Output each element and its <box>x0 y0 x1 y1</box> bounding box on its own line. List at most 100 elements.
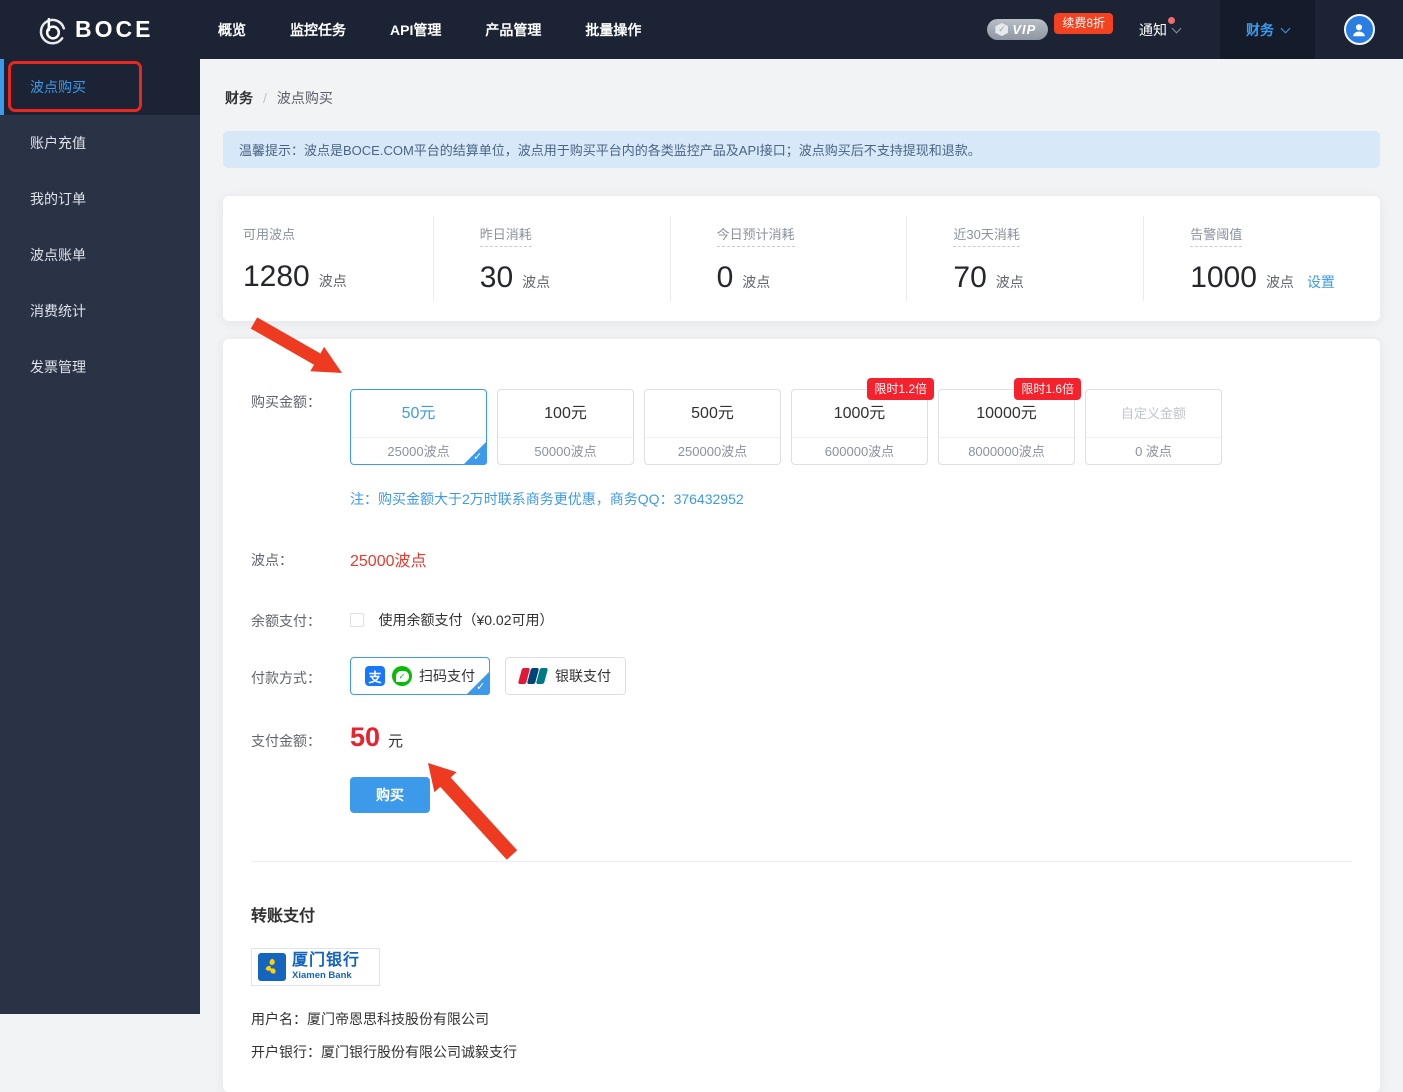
custom-amount-placeholder: 自定义金额 <box>1120 406 1186 421</box>
points-value: 25000波点 <box>350 553 427 570</box>
top-navbar: BOCE 概览 监控任务 API管理 产品管理 批量操作 ✓ VIP 续费8折 … <box>0 0 1403 59</box>
stats-card: 可用波点 1280 波点 昨日消耗 30 波点 今日预计消耗 0 波点 近30天… <box>223 196 1380 321</box>
notifications-menu[interactable]: 通知 <box>1139 16 1182 40</box>
pay-amount-label: 支付金额： <box>251 733 321 749</box>
threshold-settings-link[interactable]: 设置 <box>1307 272 1335 292</box>
sidebar-item-label: 消费统计 <box>30 303 86 319</box>
info-banner: 温馨提示：波点是BOCE.COM平台的结算单位，波点用于购买平台内的各类监控产品… <box>223 131 1380 168</box>
boce-logo-icon <box>39 17 66 45</box>
main-nav: 概览 监控任务 API管理 产品管理 批量操作 <box>218 20 641 40</box>
amount-option-10000[interactable]: 限时1.6倍 10000元 8000000波点 <box>938 378 1081 465</box>
stat-value: 30 <box>479 261 514 294</box>
balance-label: 余额支付： <box>251 613 321 629</box>
option-points: 8000000波点 <box>939 437 1074 465</box>
stat-value: 0 <box>716 261 734 294</box>
vip-badge[interactable]: ✓ VIP 续费8折 <box>987 13 1113 40</box>
sidebar-item-consumption-stats[interactable]: 消费统计 <box>0 283 200 339</box>
option-price: 500元 <box>691 405 734 422</box>
breadcrumb-page: 波点购买 <box>276 90 333 106</box>
brand-name: BOCE <box>75 16 154 42</box>
sidebar-item-label: 发票管理 <box>30 359 86 375</box>
limited-time-badge: 限时1.2倍 <box>867 378 934 400</box>
option-points: 0 波点 <box>1086 437 1221 465</box>
sidebar-item-invoice-management[interactable]: 发票管理 <box>0 339 200 395</box>
nav-item-api-management[interactable]: API管理 <box>390 20 441 40</box>
stat-unit: 波点 <box>742 274 771 290</box>
account-bank-label: 开户银行： <box>251 1044 321 1060</box>
avatar-area <box>1315 14 1403 45</box>
points-row: 波点： 25000波点 <box>251 547 1352 571</box>
user-avatar[interactable] <box>1343 14 1375 45</box>
stat-available-points: 可用波点 1280 波点 <box>223 216 433 301</box>
account-bank-value: 厦门银行股份有限公司诚毅支行 <box>321 1044 517 1060</box>
nav-item-overview[interactable]: 概览 <box>218 20 246 40</box>
sidebar-item-label: 波点账单 <box>30 247 86 263</box>
stat-30day-consumption: 近30天消耗 70 波点 <box>906 216 1143 301</box>
buy-button[interactable]: 购买 <box>350 777 430 813</box>
alipay-icon: 支 <box>365 666 385 686</box>
bank-name-en: Xiamen Bank <box>292 970 352 982</box>
notifications-label: 通知 <box>1139 21 1167 38</box>
sidebar: 波点购买 账户充值 我的订单 波点账单 消费统计 发票管理 <box>0 59 200 1014</box>
amount-option-1000[interactable]: 限时1.2倍 1000元 600000波点 <box>791 378 934 465</box>
purchase-form-card: 购买金额： 50元 25000波点 ✓ 100元 50000波点 500元 25… <box>223 339 1380 1092</box>
finance-menu-label: 财务 <box>1246 21 1274 38</box>
stat-unit: 波点 <box>522 274 551 290</box>
renew-discount-badge[interactable]: 续费8折 <box>1054 13 1113 34</box>
vip-pill: ✓ VIP <box>987 19 1049 40</box>
account-name-label: 用户名： <box>251 1011 307 1027</box>
vip-label: VIP <box>1012 22 1037 37</box>
sidebar-item-my-orders[interactable]: 我的订单 <box>0 171 200 227</box>
amount-row: 购买金额： 50元 25000波点 ✓ 100元 50000波点 500元 25… <box>251 378 1352 465</box>
balance-checkbox-label[interactable]: 使用余额支付（¥0.02可用） <box>378 612 553 628</box>
stat-yesterday-consumption: 昨日消耗 30 波点 <box>432 216 670 301</box>
option-points: 250000波点 <box>645 437 780 465</box>
nav-item-product-management[interactable]: 产品管理 <box>485 20 541 40</box>
stat-unit: 波点 <box>1265 274 1294 290</box>
amount-options: 50元 25000波点 ✓ 100元 50000波点 500元 250000波点… <box>350 378 1222 465</box>
account-name-value: 厦门帝恩思科技股份有限公司 <box>307 1011 489 1027</box>
sidebar-item-label: 我的订单 <box>30 191 86 207</box>
amount-label: 购买金额： <box>251 394 321 410</box>
vip-check-icon: ✓ <box>995 23 1009 36</box>
wechat-pay-icon: ✓ <box>392 666 412 686</box>
navbar-right: ✓ VIP 续费8折 通知 财务 <box>987 0 1403 59</box>
nav-item-batch-operations[interactable]: 批量操作 <box>585 20 641 40</box>
option-price: 100元 <box>544 405 587 422</box>
payment-method-row: 付款方式： 支 ✓ 扫码支付 ✓ 银联支付 <box>251 657 1352 695</box>
stat-label: 今日预计消耗 <box>716 224 795 247</box>
breadcrumb-section[interactable]: 财务 <box>225 88 253 108</box>
limited-time-badge: 限时1.6倍 <box>1014 378 1081 400</box>
option-points: 600000波点 <box>792 437 927 465</box>
chevron-down-icon <box>1280 23 1291 33</box>
amount-option-50[interactable]: 50元 25000波点 ✓ <box>350 389 487 465</box>
amount-option-100[interactable]: 100元 50000波点 <box>497 389 634 465</box>
user-icon <box>1353 23 1365 36</box>
pay-amount-unit: 元 <box>388 733 404 750</box>
stat-value: 70 <box>953 261 987 294</box>
nav-item-monitor-tasks[interactable]: 监控任务 <box>290 20 346 40</box>
stat-label: 昨日消耗 <box>479 224 532 247</box>
stat-alert-threshold: 告警阈值 1000 波点 设置 <box>1143 216 1380 301</box>
stat-value: 1000 <box>1190 261 1257 294</box>
sidebar-item-point-bills[interactable]: 波点账单 <box>0 227 200 283</box>
bank-logo-icon <box>258 953 286 981</box>
stat-label: 可用波点 <box>243 227 296 242</box>
sidebar-item-point-purchase[interactable]: 波点购买 <box>0 59 200 115</box>
payment-label: 付款方式： <box>251 669 321 686</box>
stat-today-estimated-consumption: 今日预计消耗 0 波点 <box>669 216 907 301</box>
finance-menu[interactable]: 财务 <box>1220 0 1315 59</box>
sidebar-item-account-recharge[interactable]: 账户充值 <box>0 115 200 171</box>
bulk-discount-note: 注：购买金额大于2万时联系商务更优惠，商务QQ：376432952 <box>350 491 744 507</box>
amount-option-500[interactable]: 500元 250000波点 <box>644 389 781 465</box>
breadcrumb-separator: / <box>263 90 267 106</box>
payment-option-unionpay[interactable]: 银联支付 <box>505 657 626 695</box>
sidebar-item-label: 波点购买 <box>30 79 86 95</box>
balance-checkbox[interactable] <box>350 612 364 627</box>
payment-option-qrcode[interactable]: 支 ✓ 扫码支付 ✓ <box>350 657 490 695</box>
amount-option-custom[interactable]: 自定义金额 0 波点 <box>1085 389 1222 465</box>
payment-option-label: 银联支付 <box>555 668 611 684</box>
pay-amount-value: 50 <box>350 722 381 752</box>
brand-logo[interactable]: BOCE <box>0 15 200 45</box>
stat-value: 1280 <box>243 260 310 293</box>
